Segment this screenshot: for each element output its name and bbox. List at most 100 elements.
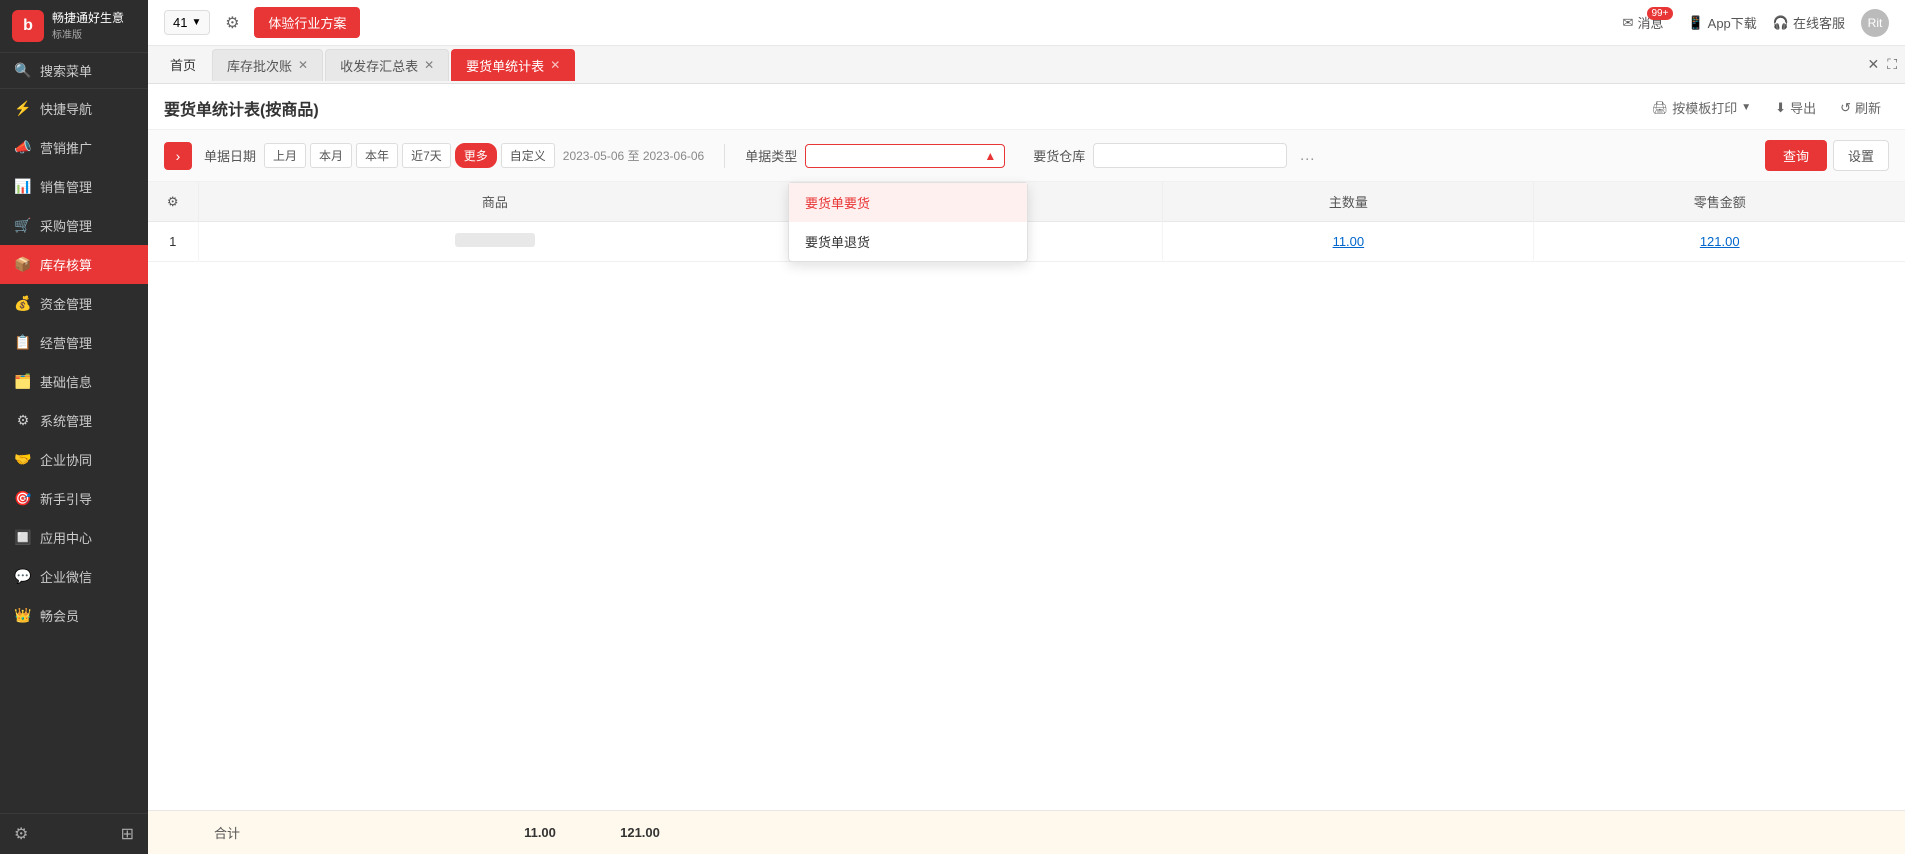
export-icon: ⬇ [1775,100,1786,116]
close-all-icon[interactable]: ✕ [1867,56,1879,73]
row-qty: 11.00 [1163,222,1534,262]
tab-inventory-batch[interactable]: 库存批次账 ✕ [212,49,323,81]
tab-home[interactable]: 首页 [156,49,210,80]
tab-home-label: 首页 [170,55,196,74]
sidebar-item-nav[interactable]: ⚡ 快捷导航 [0,89,148,128]
last-7-days-btn[interactable]: 近7天 [402,143,451,168]
sidebar-item-marketing[interactable]: 📣 营销推广 [0,128,148,167]
refresh-icon: ↺ [1840,100,1851,116]
sidebar-item-base[interactable]: 🗂️ 基础信息 [0,362,148,401]
more-dates-btn[interactable]: 更多 [455,143,497,168]
product-blurred [455,233,535,247]
sidebar-item-inventory[interactable]: 📦 库存核算 [0,245,148,284]
chevron-down-icon: ▼ [1741,102,1751,113]
warehouse-filter-group: 要货仓库 … [1033,143,1315,168]
chevron-right-icon: › [176,148,181,164]
messages-button[interactable]: ✉ 消息 99+ [1623,13,1664,32]
sidebar-item-sales[interactable]: 📊 销售管理 [0,167,148,206]
type-select[interactable]: ▲ [805,144,1005,168]
phone-icon: 📱 [1687,15,1703,31]
warehouse-filter-label: 要货仓库 [1033,146,1085,165]
online-service-label: 在线客服 [1793,13,1845,32]
sidebar-item-wechat[interactable]: 💬 企业微信 [0,557,148,596]
sidebar-item-enterprise[interactable]: 🤝 企业协同 [0,440,148,479]
settings-icon: ⚙ [167,194,179,209]
last-month-btn[interactable]: 上月 [264,143,306,168]
tab-label: 收发存汇总表 [340,56,418,75]
settings-icon[interactable]: ⚙ [14,824,28,844]
row-no: 1 [148,222,198,262]
clipboard-icon: 📋 [14,334,32,352]
headset-icon: 🎧 [1773,15,1789,31]
sidebar-item-label: 新手引导 [40,489,92,508]
sidebar-item-operations[interactable]: 📋 经营管理 [0,323,148,362]
dropdown-item-1[interactable]: 要货单退货 [789,222,1027,261]
close-icon[interactable]: ✕ [550,58,560,72]
trial-button[interactable]: 体验行业方案 [254,7,360,38]
sidebar-item-system[interactable]: ⚙ 系统管理 [0,401,148,440]
filter-group: 单据日期 上月 本月 本年 近7天 更多 自定义 2023-05-06 至 20… [204,143,1753,168]
more-filters-icon[interactable]: … [1299,147,1315,165]
close-icon[interactable]: ✕ [424,58,434,72]
money-icon: 💰 [14,295,32,313]
tabs-bar: 首页 库存批次账 ✕ 收发存汇总表 ✕ 要货单统计表 ✕ ✕ ⛶ [148,46,1905,84]
page-content: 要货单统计表(按商品) 🖨 按模板打印 ▼ ⬇ 导出 ↺ 刷新 [148,84,1905,854]
col-product: 商品 [198,182,792,222]
megaphone-icon: 📣 [14,139,32,157]
sidebar-item-guide[interactable]: 🎯 新手引导 [0,479,148,518]
chevron-down-icon: ▼ [191,17,201,28]
custom-date-btn[interactable]: 自定义 [501,143,555,168]
print-icon: 🖨 [1652,100,1669,116]
dropdown-item-0[interactable]: 要货单要货 [789,183,1027,222]
sidebar-item-label: 销售管理 [40,177,92,196]
app-download-button[interactable]: 📱 App下载 [1687,13,1756,32]
sidebar-bottom: ⚙ ⊞ [0,813,148,854]
sidebar-item-member[interactable]: 👑 畅会员 [0,596,148,635]
refresh-button[interactable]: ↺ 刷新 [1832,94,1889,121]
sidebar-item-apps[interactable]: 🔲 应用中心 [0,518,148,557]
warehouse-input[interactable] [1093,143,1287,168]
print-button[interactable]: 🖨 按模板打印 ▼ [1644,94,1759,121]
fullscreen-icon[interactable]: ⛶ [1887,56,1897,73]
sidebar-item-label: 库存核算 [40,255,92,274]
sidebar-item-label: 基础信息 [40,372,92,391]
store-selector[interactable]: 41 ▼ [164,10,210,35]
main-content: 41 ▼ ⚙ 体验行业方案 ✉ 消息 99+ 📱 App下载 🎧 在线客服 Ri… [148,0,1905,854]
sidebar-item-label: 资金管理 [40,294,92,313]
filter-expand-button[interactable]: › [164,142,192,170]
handshake-icon: 🤝 [14,451,32,469]
row-amount: 121.00 [1534,222,1905,262]
target-icon: 🎯 [14,490,32,508]
date-buttons: 上月 本月 本年 近7天 更多 自定义 [264,143,555,168]
sidebar-item-purchase[interactable]: 🛒 采购管理 [0,206,148,245]
this-year-btn[interactable]: 本年 [356,143,398,168]
avatar[interactable]: Rit [1861,9,1889,37]
tab-order-stats[interactable]: 要货单统计表 ✕ [451,49,575,81]
app-download-label: App下载 [1708,13,1757,32]
export-button[interactable]: ⬇ 导出 [1767,94,1824,121]
topbar-right: ✉ 消息 99+ 📱 App下载 🎧 在线客服 Rit [1623,9,1889,37]
flash-icon: ⚡ [14,100,32,118]
sidebar-item-label: 搜索菜单 [40,61,92,80]
tab-collect-summary[interactable]: 收发存汇总表 ✕ [325,49,449,81]
this-month-btn[interactable]: 本月 [310,143,352,168]
sidebar-item-label: 企业协同 [40,450,92,469]
col-settings[interactable]: ⚙ [148,182,198,222]
collapse-icon[interactable]: ⊞ [121,824,134,844]
store-name: 41 [173,15,187,30]
sidebar-item-finance[interactable]: 💰 资金管理 [0,284,148,323]
footer-total-label: 合计 [214,823,374,842]
settings-button[interactable]: ⚙ [218,9,246,37]
cart-icon: 🛒 [14,217,32,235]
query-button[interactable]: 查询 [1765,140,1827,171]
settings-button[interactable]: 设置 [1833,140,1889,171]
footer-qty: 11.00 [490,825,590,840]
sidebar-item-search[interactable]: 🔍 搜索菜单 [0,53,148,89]
close-icon[interactable]: ✕ [298,58,308,72]
sidebar-item-label: 企业微信 [40,567,92,586]
logo-icon: b [12,10,44,42]
online-service-button[interactable]: 🎧 在线客服 [1773,13,1845,32]
logo-area: b 畅捷通好生意 标准版 [0,0,148,53]
sidebar-item-label: 畅会员 [40,606,79,625]
sidebar-item-label: 应用中心 [40,528,92,547]
